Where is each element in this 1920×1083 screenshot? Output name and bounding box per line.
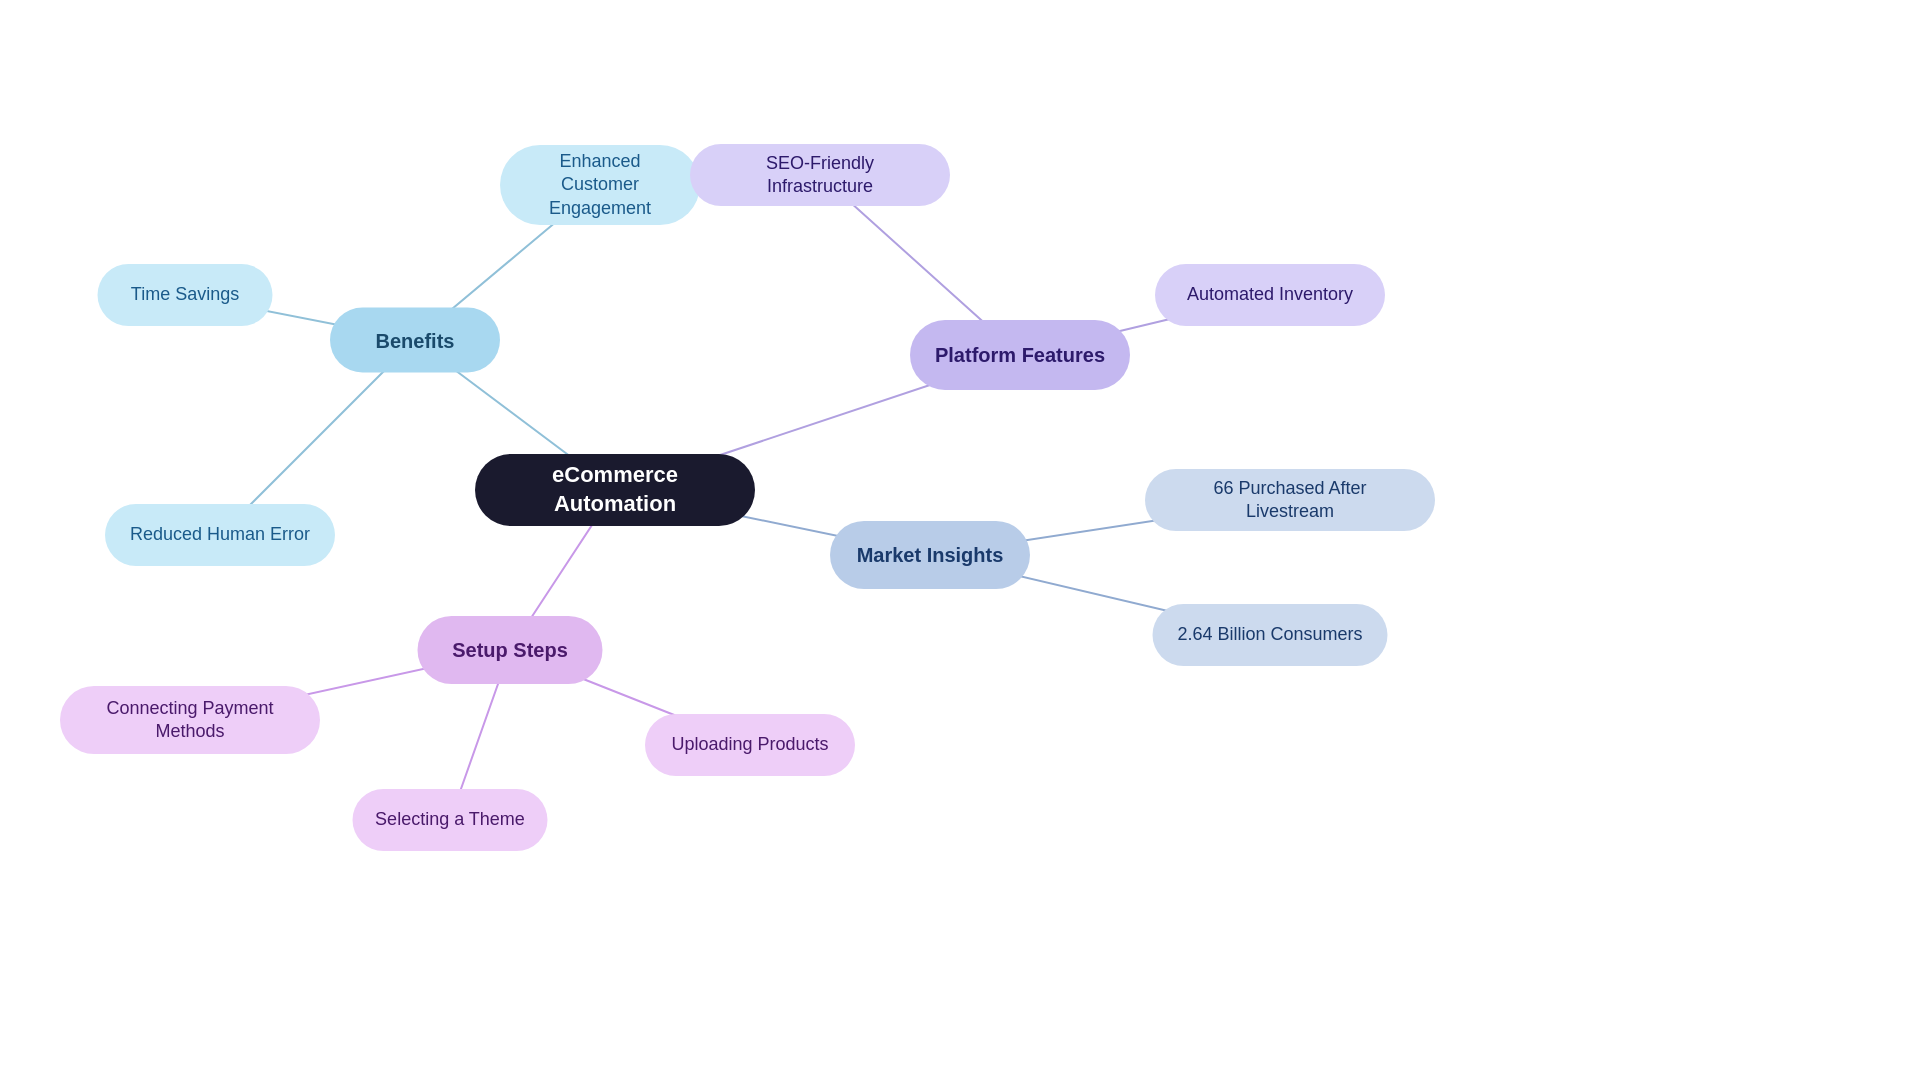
- node-seo-friendly-infrast[interactable]: SEO-Friendly Infrastructure: [690, 144, 950, 206]
- node-setup-steps[interactable]: Setup Steps: [418, 616, 603, 684]
- mindmap-canvas: eCommerce Automation Benefits Enhanced Cus…: [0, 0, 1920, 1083]
- node-ecommerce-automation[interactable]: eCommerce Automation: [475, 454, 755, 526]
- node-time-savings[interactable]: Time Savings: [98, 264, 273, 326]
- node-market-insights[interactable]: Market Insights: [830, 521, 1030, 589]
- node-connecting-payment-m[interactable]: Connecting PaymentMethods: [60, 686, 320, 754]
- node-benefits[interactable]: Benefits: [330, 308, 500, 373]
- node-66-purchased-after-l[interactable]: 66 Purchased After Livestream: [1145, 469, 1435, 531]
- node-selecting-a-theme[interactable]: Selecting a Theme: [353, 789, 548, 851]
- node-2.64-billion-consume[interactable]: 2.64 Billion Consumers: [1153, 604, 1388, 666]
- node-enhanced-customer-en[interactable]: Enhanced CustomerEngagement: [500, 145, 700, 225]
- node-uploading-products[interactable]: Uploading Products: [645, 714, 855, 776]
- node-automated-inventory[interactable]: Automated Inventory: [1155, 264, 1385, 326]
- node-reduced-human-error[interactable]: Reduced Human Error: [105, 504, 335, 566]
- node-platform-features[interactable]: Platform Features: [910, 320, 1130, 390]
